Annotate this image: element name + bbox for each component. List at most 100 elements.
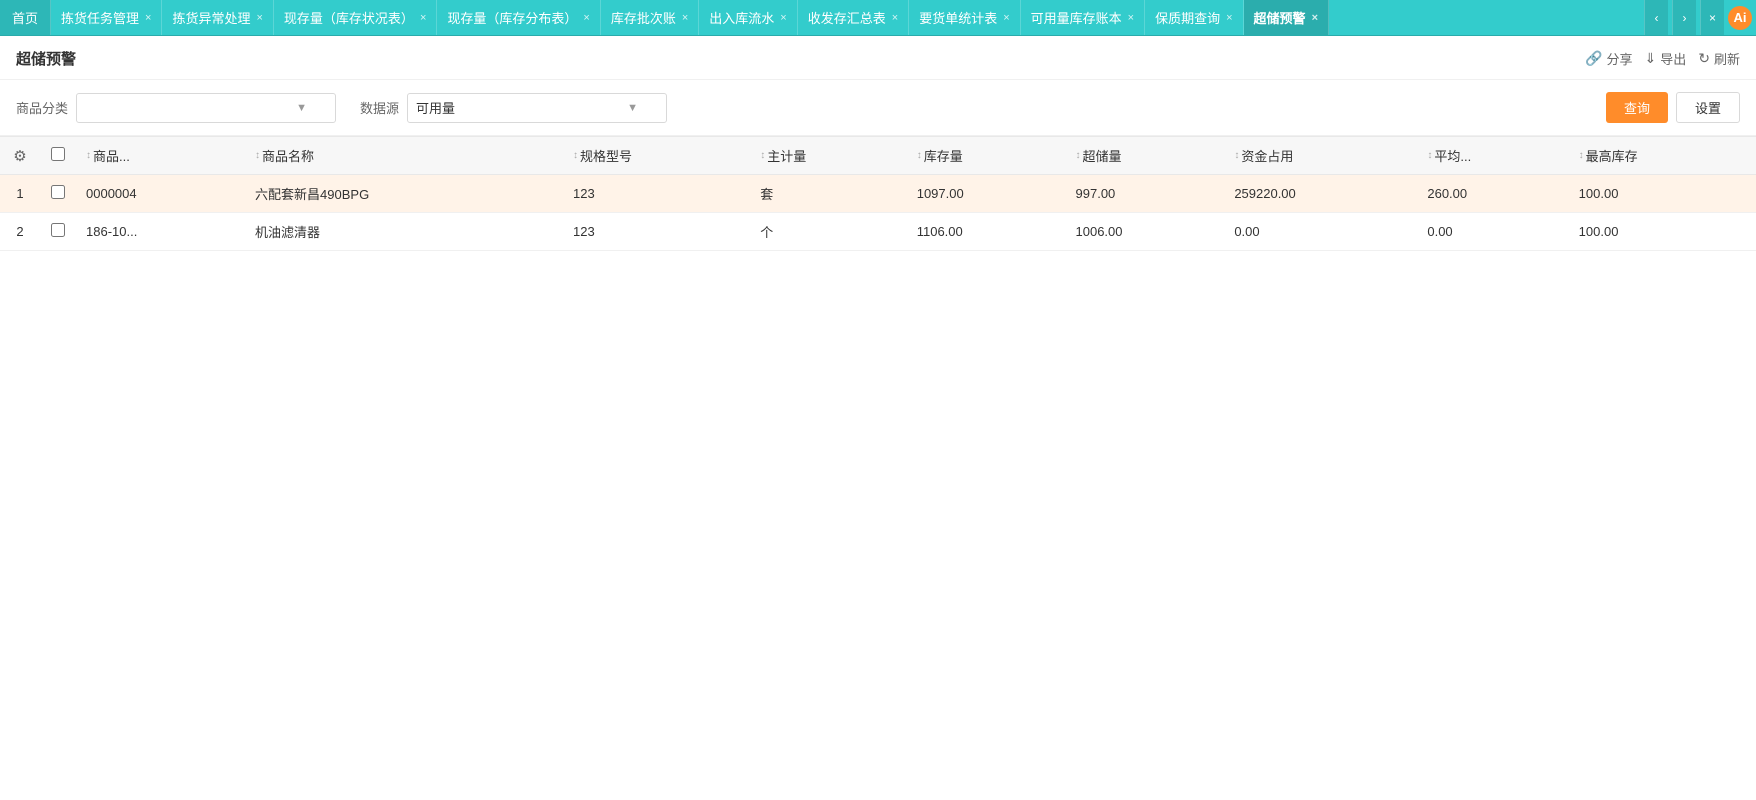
nav-tab-batch[interactable]: 库存批次账 × <box>601 0 699 36</box>
datasource-dropdown-icon: ▼ <box>627 102 638 114</box>
row-code: 186-10... <box>76 213 245 251</box>
row-name: 机油滤清器 <box>245 213 563 251</box>
max-stock-sort-icon[interactable]: ↕ <box>1579 150 1584 161</box>
nav-tab-collection[interactable]: 收发存汇总表 × <box>798 0 909 36</box>
row-stock: 1106.00 <box>907 213 1066 251</box>
row-max-stock: 100.00 <box>1569 213 1756 251</box>
settings-column-header: ⚙ <box>0 137 40 175</box>
nav-controls: ‹ › × Ai <box>1644 0 1756 36</box>
row-overstock: 997.00 <box>1066 175 1225 213</box>
export-icon: ⇓ <box>1645 50 1657 67</box>
row-stock: 1097.00 <box>907 175 1066 213</box>
code-column-header: ↕ 商品... <box>76 137 245 175</box>
capital-column-header: ↕ 资金占用 <box>1224 137 1417 175</box>
overstock-tab-label: 超储预警 <box>1254 8 1306 27</box>
nav-tab-inventory-status[interactable]: 现存量（库存状况表） × <box>274 0 437 36</box>
nav-tab-inout[interactable]: 出入库流水 × <box>699 0 797 36</box>
settings-button[interactable]: 设置 <box>1676 92 1740 123</box>
abnormal-tab-close[interactable]: × <box>256 12 262 24</box>
inout-tab-label: 出入库流水 <box>709 8 774 27</box>
nav-tab-inventory-dist[interactable]: 现存量（库存分布表） × <box>437 0 600 36</box>
row-capital: 0.00 <box>1224 213 1417 251</box>
category-select[interactable]: ▼ <box>76 93 336 123</box>
select-all-checkbox[interactable] <box>51 147 65 161</box>
name-column-header: ↕ 商品名称 <box>245 137 563 175</box>
row-checkbox[interactable] <box>51 223 65 237</box>
table-header-row: ⚙ ↕ 商品... ↕ 商品名称 <box>0 137 1756 175</box>
nav-tab-task[interactable]: 拣货任务管理 × <box>51 0 162 36</box>
refresh-button[interactable]: ↻ 刷新 <box>1698 49 1740 68</box>
datasource-label: 数据源 <box>360 98 399 117</box>
filter-bar: 商品分类 ▼ 数据源 可用量 ▼ 查询 设置 <box>0 80 1756 136</box>
inventory-dist-tab-close[interactable]: × <box>583 12 589 24</box>
nav-bar: 首页 拣货任务管理 × 拣货异常处理 × 现存量（库存状况表） × 现存量（库存… <box>0 0 1756 36</box>
row-avg: 0.00 <box>1417 213 1568 251</box>
inout-tab-close[interactable]: × <box>780 12 786 24</box>
nav-tab-order-stat[interactable]: 要货单统计表 × <box>909 0 1020 36</box>
inventory-status-tab-close[interactable]: × <box>420 12 426 24</box>
unit-sort-icon[interactable]: ↕ <box>760 150 765 161</box>
row-avg: 260.00 <box>1417 175 1568 213</box>
row-capital: 259220.00 <box>1224 175 1417 213</box>
row-unit: 个 <box>750 213 906 251</box>
batch-tab-close[interactable]: × <box>682 12 688 24</box>
row-checkbox[interactable] <box>51 185 65 199</box>
gear-icon[interactable]: ⚙ <box>13 148 26 165</box>
expiry-tab-close[interactable]: × <box>1226 12 1232 24</box>
data-table: ⚙ ↕ 商品... ↕ 商品名称 <box>0 136 1756 251</box>
code-sort-icon[interactable]: ↕ <box>86 150 91 161</box>
avg-column-header: ↕ 平均... <box>1417 137 1568 175</box>
row-spec: 123 <box>563 213 750 251</box>
avg-sort-icon[interactable]: ↕ <box>1427 150 1432 161</box>
nav-tab-home[interactable]: 首页 <box>0 0 51 36</box>
refresh-icon: ↻ <box>1698 50 1710 67</box>
row-number: 1 <box>0 175 40 213</box>
inventory-dist-tab-label: 现存量（库存分布表） <box>447 8 577 27</box>
expiry-tab-label: 保质期查询 <box>1155 8 1220 27</box>
share-button[interactable]: 🔗 分享 <box>1585 49 1632 68</box>
row-max-stock: 100.00 <box>1569 175 1756 213</box>
overstock-tab-close[interactable]: × <box>1312 12 1318 24</box>
unit-column-header: ↕ 主计量 <box>750 137 906 175</box>
nav-more-arrow[interactable]: × <box>1700 0 1724 36</box>
order-stat-tab-close[interactable]: × <box>1003 12 1009 24</box>
page-title: 超储预警 <box>16 48 76 69</box>
available-tab-label: 可用量库存账本 <box>1031 8 1122 27</box>
table-body: 1 0000004 六配套新昌490BPG 123 套 1097.00 997.… <box>0 175 1756 251</box>
stock-column-header: ↕ 库存量 <box>907 137 1066 175</box>
available-tab-close[interactable]: × <box>1128 12 1134 24</box>
collection-tab-close[interactable]: × <box>892 12 898 24</box>
collection-tab-label: 收发存汇总表 <box>808 8 886 27</box>
name-sort-icon[interactable]: ↕ <box>255 150 260 161</box>
datasource-select[interactable]: 可用量 ▼ <box>407 93 667 123</box>
header-actions: 🔗 分享 ⇓ 导出 ↻ 刷新 <box>1585 49 1740 68</box>
nav-left-arrow[interactable]: ‹ <box>1644 0 1668 36</box>
nav-right-arrow[interactable]: › <box>1672 0 1696 36</box>
export-button[interactable]: ⇓ 导出 <box>1645 49 1687 68</box>
nav-tab-overstock[interactable]: 超储预警 × <box>1244 0 1329 36</box>
page-content: 超储预警 🔗 分享 ⇓ 导出 ↻ 刷新 商品分类 ▼ <box>0 36 1756 800</box>
datasource-filter: 数据源 可用量 ▼ <box>360 93 667 123</box>
table-row: 1 0000004 六配套新昌490BPG 123 套 1097.00 997.… <box>0 175 1756 213</box>
row-spec: 123 <box>563 175 750 213</box>
overstock-sort-icon[interactable]: ↕ <box>1076 150 1081 161</box>
nav-tab-available[interactable]: 可用量库存账本 × <box>1021 0 1145 36</box>
page-header: 超储预警 🔗 分享 ⇓ 导出 ↻ 刷新 <box>0 36 1756 80</box>
spec-sort-icon[interactable]: ↕ <box>573 150 578 161</box>
query-button[interactable]: 查询 <box>1606 92 1668 123</box>
nav-tab-expiry[interactable]: 保质期查询 × <box>1145 0 1243 36</box>
stock-sort-icon[interactable]: ↕ <box>917 150 922 161</box>
capital-sort-icon[interactable]: ↕ <box>1234 150 1239 161</box>
nav-tab-abnormal[interactable]: 拣货异常处理 × <box>162 0 273 36</box>
avatar[interactable]: Ai <box>1728 6 1752 30</box>
category-label: 商品分类 <box>16 98 68 117</box>
home-tab-label: 首页 <box>12 8 38 27</box>
filter-buttons: 查询 设置 <box>1606 92 1740 123</box>
row-checkbox-cell <box>40 213 76 251</box>
overstock-column-header: ↕ 超储量 <box>1066 137 1225 175</box>
row-code: 0000004 <box>76 175 245 213</box>
checkbox-column-header <box>40 137 76 175</box>
batch-tab-label: 库存批次账 <box>611 8 676 27</box>
task-tab-close[interactable]: × <box>145 12 151 24</box>
spec-column-header: ↕ 规格型号 <box>563 137 750 175</box>
